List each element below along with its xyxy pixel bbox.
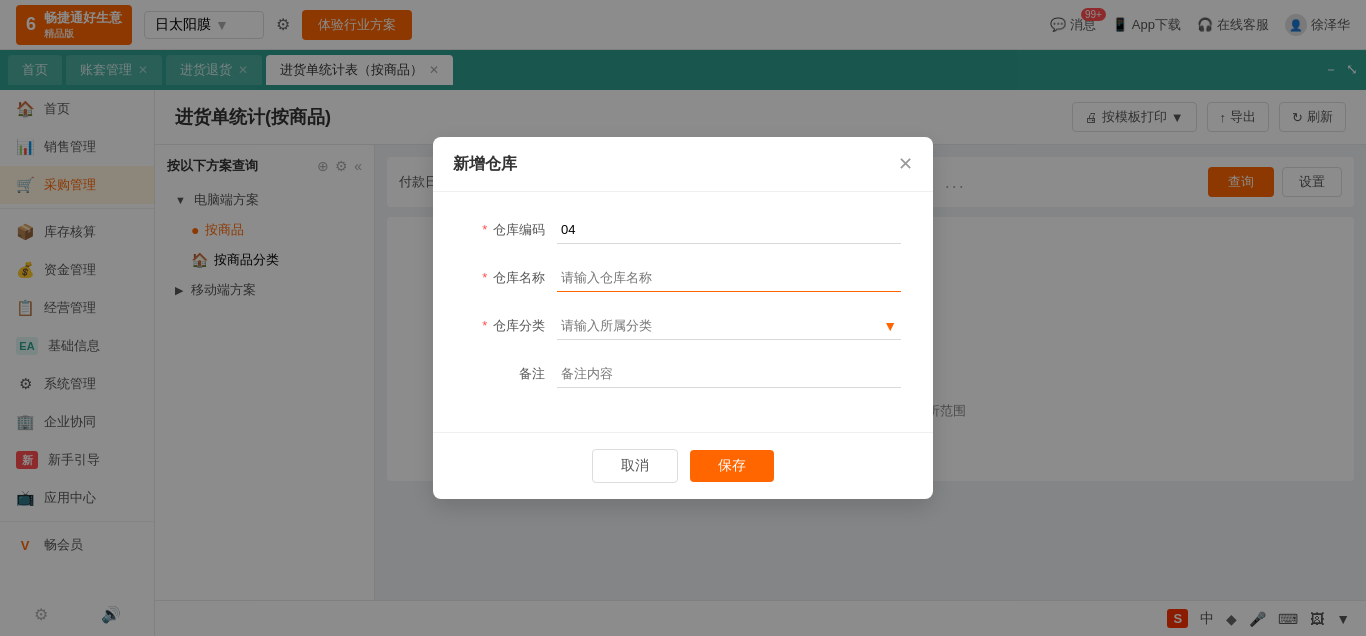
warehouse-name-input[interactable] (557, 264, 901, 292)
form-label-remark: 备注 (465, 365, 545, 383)
required-code: * (482, 222, 487, 237)
warehouse-code-input[interactable] (557, 216, 901, 244)
modal-overlay: 新增仓库 ✕ * 仓库编码 * 仓库名称 (0, 0, 1366, 636)
save-button[interactable]: 保存 (690, 450, 774, 482)
required-name: * (482, 270, 487, 285)
modal-footer: 取消 保存 (433, 432, 933, 499)
required-category: * (482, 318, 487, 333)
form-item-remark: 备注 (465, 360, 901, 388)
warehouse-category-input[interactable] (557, 312, 901, 340)
modal-body: * 仓库编码 * 仓库名称 * 仓库分类 (433, 192, 933, 432)
remark-input[interactable] (557, 360, 901, 388)
modal-header: 新增仓库 ✕ (433, 137, 933, 192)
modal-close-button[interactable]: ✕ (898, 153, 913, 175)
modal-title: 新增仓库 (453, 154, 517, 175)
form-label-code: * 仓库编码 (465, 221, 545, 239)
form-item-name: * 仓库名称 (465, 264, 901, 292)
form-label-category: * 仓库分类 (465, 317, 545, 335)
form-item-category: * 仓库分类 ▼ (465, 312, 901, 340)
warehouse-category-wrapper: ▼ (557, 312, 901, 340)
cancel-button[interactable]: 取消 (592, 449, 678, 483)
modal-new-warehouse: 新增仓库 ✕ * 仓库编码 * 仓库名称 (433, 137, 933, 499)
form-item-code: * 仓库编码 (465, 216, 901, 244)
form-label-name: * 仓库名称 (465, 269, 545, 287)
